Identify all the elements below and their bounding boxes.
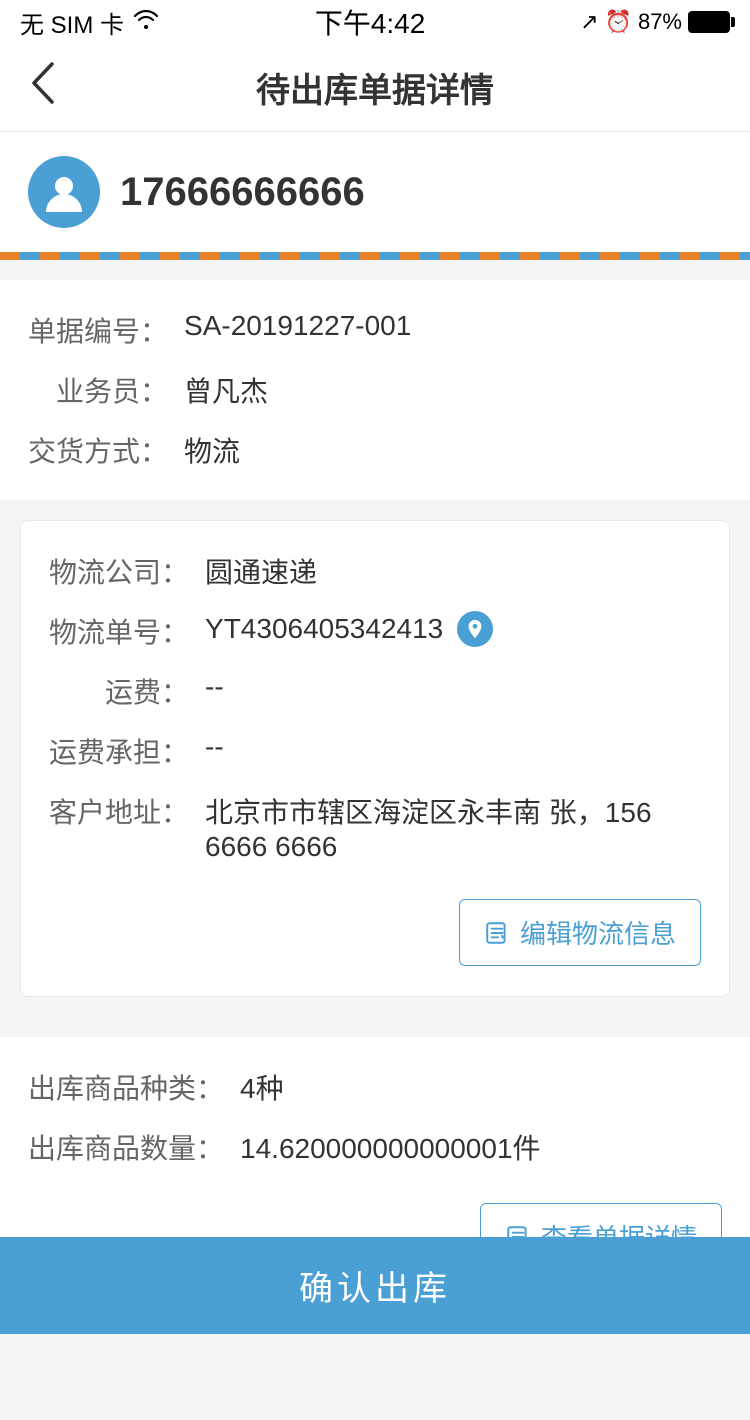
salesperson-value: 曾凡杰 [184, 370, 722, 410]
wifi-icon [132, 8, 160, 36]
nav-bar: 待出库单据详情 [0, 44, 750, 132]
location-arrow-icon: ↗ [580, 9, 598, 35]
freight-bearer-value: -- [205, 731, 701, 763]
delivery-method-row: 交货方式： 物流 [28, 430, 722, 470]
logistics-company-label: 物流公司： [49, 551, 189, 591]
edit-logistics-button[interactable]: 编辑物流信息 [459, 899, 701, 966]
freight-value: -- [205, 671, 701, 703]
battery-percent: 87% [638, 9, 682, 35]
customer-address-value: 北京市市辖区海淀区永丰南 张，156 6666 6666 [205, 791, 701, 863]
tracking-number-label: 物流单号： [49, 611, 189, 651]
product-type-value: 4种 [240, 1067, 722, 1107]
carrier-text: 无 SIM 卡 [20, 5, 124, 40]
salesperson-label: 业务员： [28, 370, 168, 410]
alarm-icon: ⏰ [605, 9, 632, 35]
logistics-section: 物流公司： 圆通速递 物流单号： YT4306405342413 运费： -- … [20, 520, 730, 997]
salesperson-row: 业务员： 曾凡杰 [28, 370, 722, 410]
avatar [28, 156, 100, 228]
status-bar-left: 无 SIM 卡 [20, 5, 160, 40]
status-bar: 无 SIM 卡 下午4:42 ↗ ⏰ 87% [0, 0, 750, 44]
logistics-company-row: 物流公司： 圆通速递 [49, 551, 701, 591]
confirm-button-container: 确认出库 [0, 1237, 750, 1334]
status-bar-time: 下午4:42 [315, 2, 426, 42]
dashed-divider [0, 252, 750, 260]
customer-address-row: 客户地址： 北京市市辖区海淀区永丰南 张，156 6666 6666 [49, 791, 701, 863]
freight-bearer-row: 运费承担： -- [49, 731, 701, 771]
delivery-method-value: 物流 [184, 430, 722, 470]
page-title: 待出库单据详情 [256, 63, 494, 112]
user-header: 17666666666 [0, 132, 750, 252]
basic-info-section: 单据编号： SA-20191227-001 业务员： 曾凡杰 交货方式： 物流 [0, 280, 750, 500]
freight-label: 运费： [49, 671, 189, 711]
product-quantity-value: 14.620000000000001件 [240, 1127, 722, 1167]
product-quantity-row: 出库商品数量： 14.620000000000001件 [28, 1127, 722, 1167]
battery-icon [688, 11, 730, 33]
back-button[interactable] [28, 60, 56, 115]
track-location-button[interactable] [457, 611, 493, 647]
delivery-method-label: 交货方式： [28, 430, 168, 470]
confirm-outbound-button[interactable]: 确认出库 [0, 1261, 750, 1310]
status-bar-right: ↗ ⏰ 87% [580, 9, 730, 35]
product-type-row: 出库商品种类： 4种 [28, 1067, 722, 1107]
user-phone: 17666666666 [120, 170, 365, 215]
document-number-row: 单据编号： SA-20191227-001 [28, 310, 722, 350]
document-number-value: SA-20191227-001 [184, 310, 722, 342]
product-type-label: 出库商品种类： [28, 1067, 224, 1107]
tracking-number-row: 物流单号： YT4306405342413 [49, 611, 701, 651]
logistics-company-value: 圆通速递 [205, 551, 701, 591]
product-quantity-label: 出库商品数量： [28, 1127, 224, 1167]
freight-row: 运费： -- [49, 671, 701, 711]
document-number-label: 单据编号： [28, 310, 168, 350]
section-gap-1 [0, 997, 750, 1017]
tracking-number-value: YT4306405342413 [205, 611, 701, 647]
freight-bearer-label: 运费承担： [49, 731, 189, 771]
edit-logistics-label: 编辑物流信息 [520, 914, 676, 951]
customer-address-label: 客户地址： [49, 791, 189, 831]
